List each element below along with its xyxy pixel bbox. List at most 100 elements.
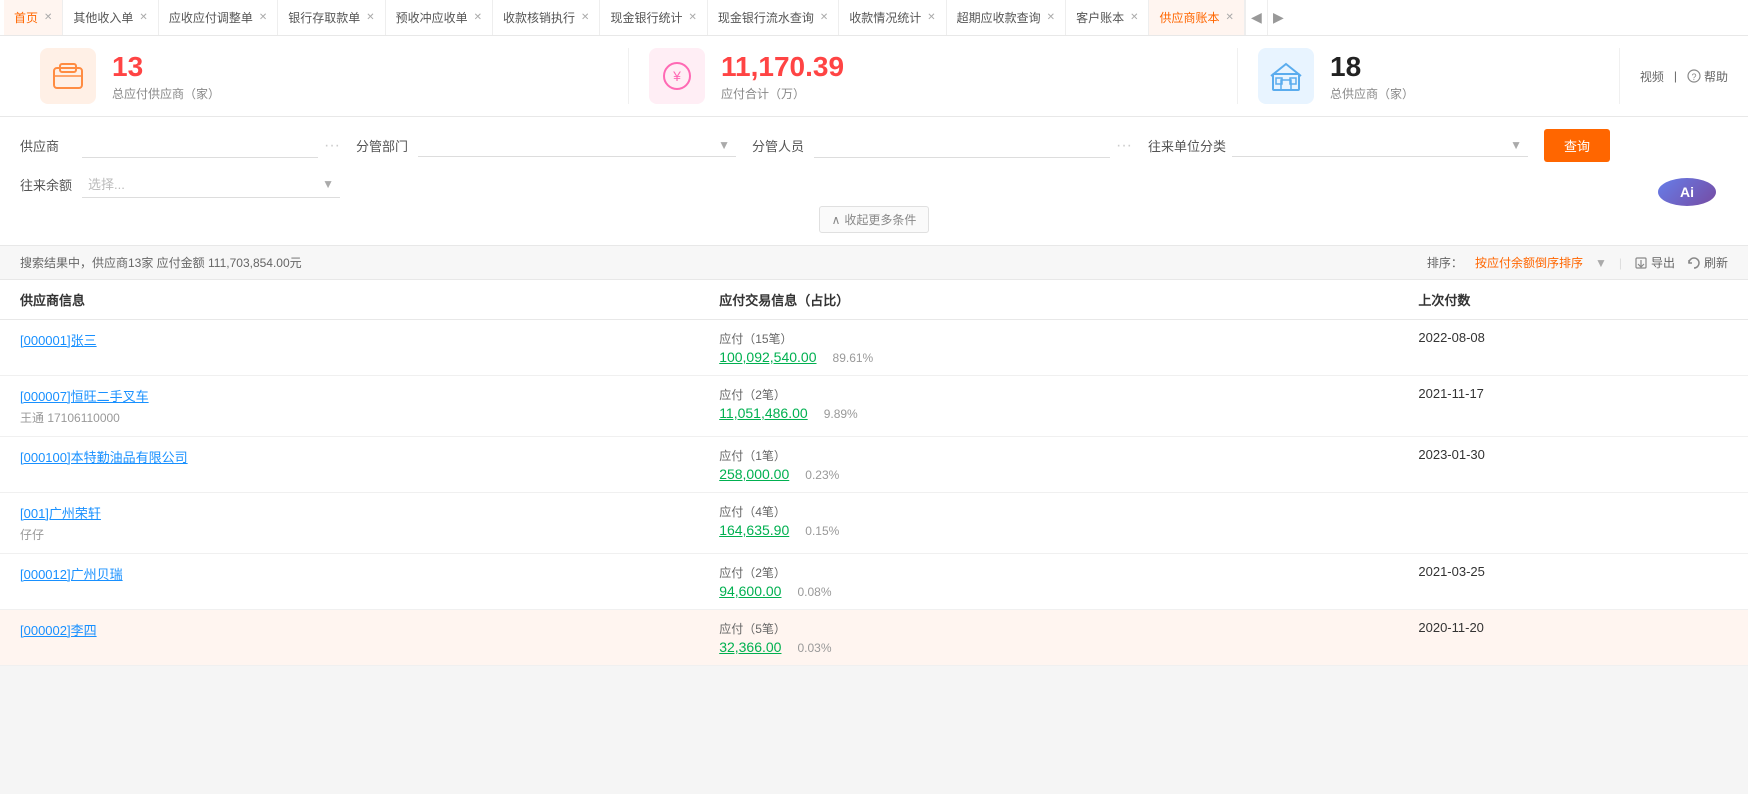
supplier-sub-1: 王通 17106110000 <box>20 409 679 426</box>
sort-value[interactable]: 按应付余额倒序排序 <box>1475 254 1583 271</box>
col-tx-info: 应付交易信息（占比） <box>699 280 1398 320</box>
total-payable-suppliers: 13 <box>112 50 220 84</box>
dept-chevron-down-icon: ▼ <box>718 138 730 152</box>
last-pay-cell-2: 2023-01-30 <box>1398 437 1748 493</box>
summary-card-payable: ¥ 11,170.39 应付合计（万） <box>629 48 1238 104</box>
tx-amount-2[interactable]: 258,000.00 <box>719 466 789 482</box>
person-filter-dots[interactable]: ··· <box>1116 137 1132 155</box>
result-summary-text: 搜索结果中，供应商13家 应付金额 111,703,854.00元 <box>20 254 302 271</box>
filter-row-1: 供应商 ··· 分管部门 ▼ 分管人员 ··· 往来单位分类 ▼ 查询 <box>20 129 1728 162</box>
filter-section: 供应商 ··· 分管部门 ▼ 分管人员 ··· 往来单位分类 ▼ 查询 <box>0 117 1748 246</box>
summary-info-total-suppliers: 18 总供应商（家） <box>1330 50 1414 103</box>
tx-amount-0[interactable]: 100,092,540.00 <box>719 349 816 365</box>
top-right-links: 视频 | ? 帮助 视频 <box>1620 48 1728 104</box>
svg-text:?: ? <box>1691 72 1696 82</box>
export-button[interactable]: 导出 <box>1634 254 1675 271</box>
nav-tab-cash-bank-stat-close[interactable]: ✕ <box>688 12 696 23</box>
nav-tab-cash-bank-query[interactable]: 现金银行流水查询 ✕ <box>708 0 839 36</box>
nav-tab-overdue-ar[interactable]: 超期应收款查询 ✕ <box>947 0 1066 36</box>
nav-tab-bank-deposit[interactable]: 银行存取款单 ✕ <box>278 0 385 36</box>
tx-label-4: 应付（2笔） <box>719 564 1378 581</box>
nav-tab-ar-ap-adjust[interactable]: 应收应付调整单 ✕ <box>159 0 278 36</box>
tx-amount-4[interactable]: 94,600.00 <box>719 583 781 599</box>
nav-tab-supplier-book-close[interactable]: ✕ <box>1225 12 1233 23</box>
store-icon <box>1258 48 1314 104</box>
nav-tab-receipt-verify[interactable]: 收款核销执行 ✕ <box>493 0 600 36</box>
nav-tab-ar-ap-adjust-close[interactable]: ✕ <box>259 12 267 23</box>
supplier-filter-input[interactable] <box>82 134 318 158</box>
tx-amount-5[interactable]: 32,366.00 <box>719 639 781 655</box>
tx-amount-3[interactable]: 164,635.90 <box>719 522 789 538</box>
nav-tab-receipt-verify-label: 收款核销执行 <box>503 9 575 26</box>
supplier-table: 供应商信息 应付交易信息（占比） 上次付数 [000001]张三 应付（15笔） 1… <box>0 280 1748 666</box>
supplier-filter-dots[interactable]: ··· <box>324 137 340 155</box>
supplier-link-5[interactable]: [000002]李四 <box>20 620 97 639</box>
result-bar: 搜索结果中，供应商13家 应付金额 111,703,854.00元 排序： 按应… <box>0 246 1748 280</box>
nav-tab-advance-offset[interactable]: 预收冲应收单 ✕ <box>386 0 493 36</box>
supplier-cell-1: [000007]恒旺二手叉车王通 17106110000 <box>0 376 699 437</box>
supplier-cell-0: [000001]张三 <box>0 320 699 376</box>
nav-tab-bank-deposit-close[interactable]: ✕ <box>366 12 374 23</box>
nav-tab-home[interactable]: 首页 ✕ <box>4 0 63 36</box>
nav-tab-home-close[interactable]: ✕ <box>44 12 52 23</box>
nav-tab-customer-book-close[interactable]: ✕ <box>1130 12 1138 23</box>
collapse-filters-button[interactable]: ∧ 收起更多条件 <box>819 206 930 233</box>
nav-tab-advance-offset-close[interactable]: ✕ <box>474 12 482 23</box>
nav-tab-other-income[interactable]: 其他收入单 ✕ <box>63 0 158 36</box>
video-link[interactable]: 视频 <box>1640 68 1664 85</box>
supplier-link-1[interactable]: [000007]恒旺二手叉车 <box>20 386 149 405</box>
nav-tab-customer-book[interactable]: 客户账本 ✕ <box>1066 0 1149 36</box>
tx-label-5: 应付（5笔） <box>719 620 1378 637</box>
nav-tab-cash-bank-stat-label: 现金银行统计 <box>610 9 682 26</box>
tx-amount-1[interactable]: 11,051,486.00 <box>719 405 808 421</box>
filter-category: 往来单位分类 ▼ <box>1148 134 1528 157</box>
tx-cell-4: 应付（2笔）94,600.000.08% <box>699 554 1398 610</box>
col-supplier-info: 供应商信息 <box>0 280 699 320</box>
tx-label-2: 应付（1笔） <box>719 447 1378 464</box>
nav-prev-arrow[interactable]: ◀ <box>1245 0 1267 36</box>
nav-tab-supplier-book[interactable]: 供应商账本 ✕ <box>1149 0 1244 36</box>
refresh-button[interactable]: 刷新 <box>1687 254 1728 271</box>
total-payable-amount: 11,170.39 <box>721 50 844 84</box>
supplier-link-4[interactable]: [000012]广州贝瑞 <box>20 564 123 583</box>
help-link[interactable]: ? 帮助 <box>1687 68 1728 85</box>
tx-label-0: 应付（15笔） <box>719 330 1378 347</box>
nav-tab-overdue-ar-close[interactable]: ✕ <box>1047 12 1055 23</box>
tx-percent-3: 0.15% <box>805 524 839 538</box>
nav-tab-receipt-verify-close[interactable]: ✕ <box>581 12 589 23</box>
balance-filter-select[interactable]: 选择... ▼ <box>82 170 340 198</box>
collapse-up-icon: ∧ <box>832 213 841 227</box>
balance-filter-label: 往来余额 <box>20 175 76 194</box>
tx-cell-5: 应付（5笔）32,366.000.03% <box>699 610 1398 666</box>
dept-filter-select[interactable]: ▼ <box>418 134 736 157</box>
total-suppliers-count-label: 总供应商（家） <box>1330 85 1414 102</box>
nav-tab-receipt-stat-close[interactable]: ✕ <box>927 12 935 23</box>
nav-next-arrow[interactable]: ▶ <box>1267 0 1289 36</box>
nav-tab-cash-bank-query-close[interactable]: ✕ <box>820 12 828 23</box>
category-filter-select[interactable]: ▼ <box>1232 134 1528 157</box>
filter-supplier: 供应商 ··· <box>20 134 340 158</box>
payable-icon: ¥ <box>649 48 705 104</box>
nav-tab-other-income-close[interactable]: ✕ <box>139 12 147 23</box>
person-filter-input[interactable] <box>814 134 1110 158</box>
supplier-link-3[interactable]: [001]广州荣轩 <box>20 503 101 522</box>
person-filter-label: 分管人员 <box>752 136 808 155</box>
table-row: [000012]广州贝瑞应付（2笔）94,600.000.08%2021-03-… <box>0 554 1748 610</box>
nav-tab-receipt-stat[interactable]: 收款情况统计 ✕ <box>839 0 946 36</box>
table-row: [000100]本特勤油品有限公司应付（1笔）258,000.000.23%20… <box>0 437 1748 493</box>
supplier-cell-5: [000002]李四 <box>0 610 699 666</box>
category-filter-label: 往来单位分类 <box>1148 136 1226 155</box>
query-button[interactable]: 查询 <box>1544 129 1610 162</box>
table-body: [000001]张三应付（15笔）100,092,540.0089.61%202… <box>0 320 1748 666</box>
filter-balance: 往来余额 选择... ▼ <box>20 170 340 198</box>
nav-tab-cash-bank-stat[interactable]: 现金银行统计 ✕ <box>600 0 707 36</box>
summary-card-suppliers: 13 总应付供应商（家） <box>20 48 629 104</box>
nav-tab-receipt-stat-label: 收款情况统计 <box>849 9 921 26</box>
ai-badge[interactable]: Ai <box>1658 178 1716 206</box>
supplier-link-0[interactable]: [000001]张三 <box>20 330 97 349</box>
nav-tab-customer-book-label: 客户账本 <box>1076 9 1124 26</box>
table-row: [000007]恒旺二手叉车王通 17106110000应付（2笔）11,051… <box>0 376 1748 437</box>
supplier-link-2[interactable]: [000100]本特勤油品有限公司 <box>20 447 188 466</box>
table-header: 供应商信息 应付交易信息（占比） 上次付数 <box>0 280 1748 320</box>
refresh-btn-label: 刷新 <box>1704 254 1728 271</box>
